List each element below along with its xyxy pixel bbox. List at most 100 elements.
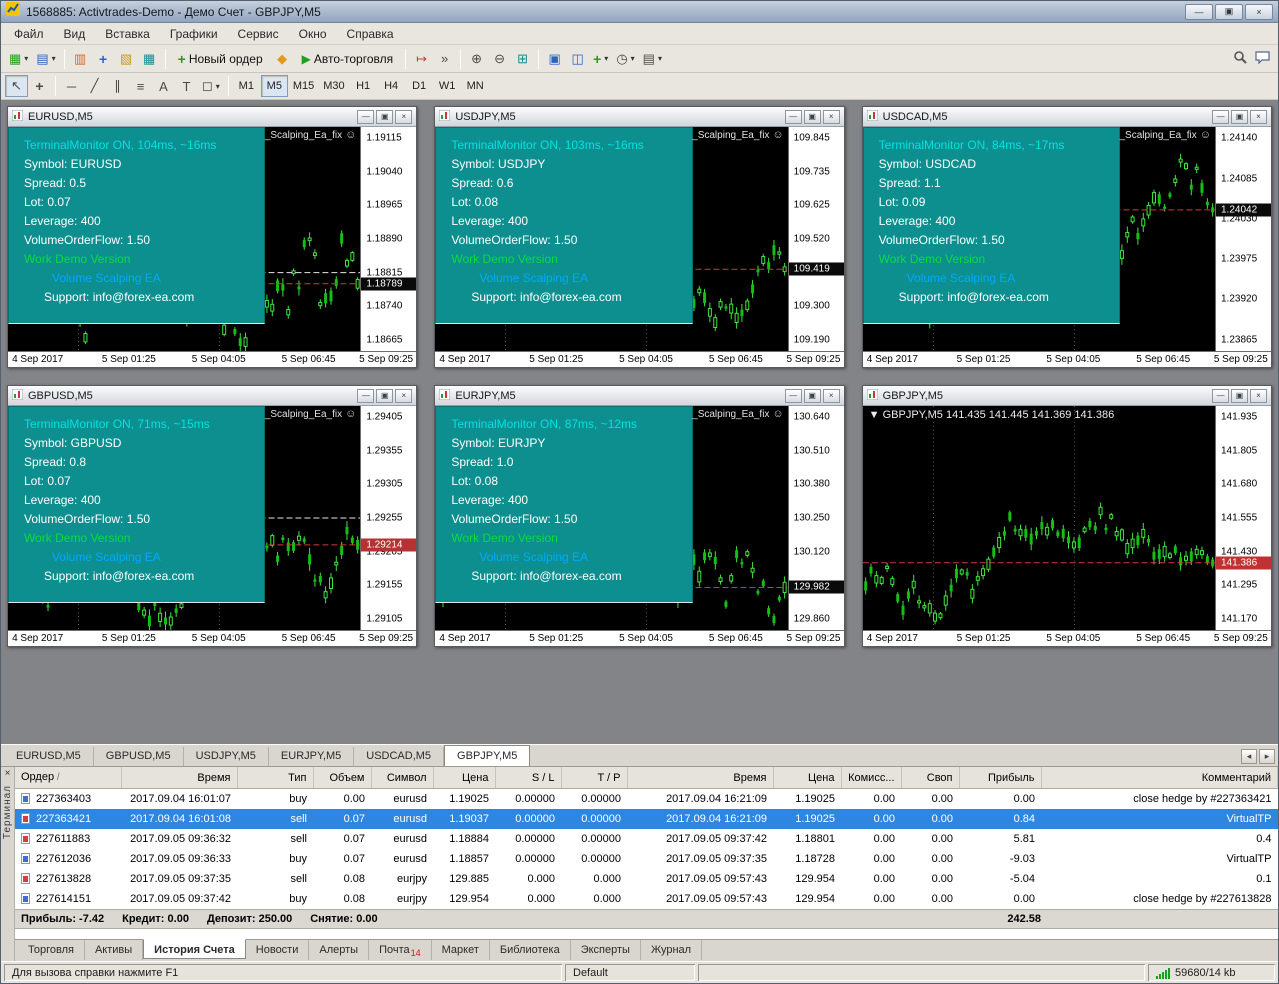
cell-type[interactable]: sell <box>237 829 313 849</box>
chart-titlebar[interactable]: USDCAD,M5 — ▣ × <box>862 107 1271 127</box>
cell-type[interactable]: buy <box>237 889 313 909</box>
templates-button[interactable]: ▤ ▾ <box>639 48 666 70</box>
history-row-227614151[interactable]: 227614151 2017.09.05 09:37:42 buy 0.08 eurjp… <box>15 889 1278 909</box>
cell-type[interactable]: buy <box>237 789 313 810</box>
terminal-tab-news[interactable]: Новости <box>246 940 310 960</box>
cell-commission[interactable]: 0.00 <box>841 829 901 849</box>
chart-tab-usdcad[interactable]: USDCAD,M5 <box>354 747 445 766</box>
cell-order[interactable]: 227363421 <box>15 809 121 829</box>
cell-swap[interactable]: 0.00 <box>901 809 959 829</box>
cell-swap[interactable]: 0.00 <box>901 869 959 889</box>
cell-close_price[interactable]: 1.19025 <box>773 809 841 829</box>
cell-open_price[interactable]: 1.18857 <box>433 849 495 869</box>
tabs-scroll-right-button[interactable]: ▸ <box>1259 749 1275 764</box>
status-profile[interactable]: Default <box>565 964 695 981</box>
timeframe-h1-button[interactable]: H1 <box>350 75 377 97</box>
cell-close_time[interactable]: 2017.09.05 09:37:35 <box>627 849 773 869</box>
chart-minimize-button[interactable]: — <box>357 109 375 124</box>
chart-minimize-button[interactable]: — <box>1212 388 1229 403</box>
new-chart-button[interactable]: ▦ ▾ <box>5 48 32 70</box>
window-titlebar[interactable]: 1568885: Activtrades-Demo - Демо Счет - … <box>1 1 1278 23</box>
metaeditor-button[interactable]: ◆ <box>271 48 294 70</box>
cell-open_price[interactable]: 129.954 <box>433 889 495 909</box>
menu-item-6[interactable]: Справка <box>337 24 404 44</box>
cell-comment[interactable]: 0.1 <box>1041 869 1278 889</box>
chart-titlebar[interactable]: GBPJPY,M5 — ▣ × <box>862 386 1271 406</box>
cell-swap[interactable]: 0.00 <box>901 829 959 849</box>
cell-profit[interactable]: 0.84 <box>959 809 1041 829</box>
cell-tp[interactable]: 0.00000 <box>561 849 627 869</box>
chart-close-button[interactable]: × <box>822 109 840 124</box>
cell-symbol[interactable]: eurjpy <box>371 889 433 909</box>
cell-close_time[interactable]: 2017.09.04 16:21:09 <box>627 789 773 810</box>
column-header-3[interactable]: Объем <box>313 767 372 789</box>
timeframe-mn-button[interactable]: MN <box>462 75 489 97</box>
menu-item-3[interactable]: Графики <box>160 24 228 44</box>
chart-titlebar[interactable]: GBPUSD,M5 — ▣ × <box>8 386 417 406</box>
menu-item-5[interactable]: Окно <box>289 24 337 44</box>
cell-symbol[interactable]: eurusd <box>371 809 433 829</box>
column-header-12[interactable]: Прибыль <box>959 767 1042 789</box>
cell-close_price[interactable]: 1.19025 <box>773 789 841 810</box>
cell-order[interactable]: 227612036 <box>15 849 121 869</box>
cell-open_price[interactable]: 129.885 <box>433 869 495 889</box>
search-button[interactable] <box>1228 48 1251 70</box>
history-row-227612036[interactable]: 227612036 2017.09.05 09:36:33 buy 0.07 eurus… <box>15 849 1278 869</box>
chart-tab-gbpjpy[interactable]: GBPJPY,M5 <box>444 745 531 766</box>
zoom-out-button[interactable]: ⊖ <box>488 48 511 70</box>
cell-sl[interactable]: 0.00000 <box>495 849 561 869</box>
cell-swap[interactable]: 0.00 <box>901 789 959 810</box>
column-header-11[interactable]: Своп <box>901 767 960 789</box>
cell-volume[interactable]: 0.00 <box>313 789 371 810</box>
cell-volume[interactable]: 0.07 <box>313 849 371 869</box>
terminal-tab-journal[interactable]: Журнал <box>641 940 703 960</box>
cell-profit[interactable]: 0.00 <box>959 789 1041 810</box>
window-restore-button[interactable]: ▣ <box>1215 3 1243 20</box>
terminal-close-button[interactable]: × <box>5 767 11 780</box>
cell-commission[interactable]: 0.00 <box>841 789 901 810</box>
history-row-227363403[interactable]: 227363403 2017.09.04 16:01:07 buy 0.00 eurus… <box>15 789 1278 810</box>
cell-type[interactable]: sell <box>237 869 313 889</box>
cell-symbol[interactable]: eurjpy <box>371 869 433 889</box>
cell-order[interactable]: 227613828 <box>15 869 121 889</box>
indicators-button[interactable]: + ▾ <box>589 48 612 70</box>
column-header-4[interactable]: Символ <box>371 767 434 789</box>
cell-volume[interactable]: 0.07 <box>313 809 371 829</box>
cell-comment[interactable]: VirtualTP <box>1041 809 1278 829</box>
terminal-tab-experts[interactable]: Эксперты <box>571 940 641 960</box>
chart-plot-area[interactable]: ▼ GBPJPY,M5 141.435 141.445 141.369 141.… <box>862 406 1271 646</box>
cell-profit[interactable]: -5.04 <box>959 869 1041 889</box>
chart-minimize-button[interactable]: — <box>784 109 802 124</box>
chart-close-button[interactable]: × <box>395 388 413 403</box>
terminal-tab-trade[interactable]: Торговля <box>18 940 85 960</box>
terminal-button[interactable]: ▦ <box>138 48 161 70</box>
timeframe-w1-button[interactable]: W1 <box>434 75 461 97</box>
chart-titlebar[interactable]: USDJPY,M5 — ▣ × <box>435 107 844 127</box>
text-tool-button[interactable]: A <box>152 75 175 97</box>
chart-titlebar[interactable]: EURUSD,M5 — ▣ × <box>8 107 417 127</box>
cell-tp[interactable]: 0.000 <box>561 869 627 889</box>
column-header-2[interactable]: Тип <box>237 767 314 789</box>
cell-open_time[interactable]: 2017.09.05 09:37:42 <box>121 889 237 909</box>
cell-tp[interactable]: 0.00000 <box>561 789 627 810</box>
menu-item-2[interactable]: Вставка <box>95 24 160 44</box>
column-header-7[interactable]: T / P <box>561 767 628 789</box>
chart-restore-button[interactable]: ▣ <box>803 109 821 124</box>
periods-button[interactable]: ◷ ▾ <box>612 48 638 70</box>
column-header-8[interactable]: Время <box>627 767 774 789</box>
window-minimize-button[interactable]: — <box>1185 3 1213 20</box>
cell-open_time[interactable]: 2017.09.05 09:37:35 <box>121 869 237 889</box>
timeframe-m1-button[interactable]: M1 <box>233 75 260 97</box>
terminal-tab-account-history[interactable]: История Счета <box>143 939 246 959</box>
chart-tab-usdjpy[interactable]: USDJPY,M5 <box>184 747 269 766</box>
chart-minimize-button[interactable]: — <box>357 388 375 403</box>
hline-tool-button[interactable]: ─ <box>60 75 83 97</box>
chart-restore-button[interactable]: ▣ <box>1231 388 1248 403</box>
cell-comment[interactable]: 0.4 <box>1041 829 1278 849</box>
cell-close_price[interactable]: 129.954 <box>773 869 841 889</box>
cell-volume[interactable]: 0.08 <box>313 889 371 909</box>
label-tool-button[interactable]: T <box>175 75 198 97</box>
cell-comment[interactable]: close hedge by #227363421 <box>1041 789 1278 810</box>
chart-close-button[interactable]: × <box>395 109 413 124</box>
menu-item-0[interactable]: Файл <box>4 24 54 44</box>
